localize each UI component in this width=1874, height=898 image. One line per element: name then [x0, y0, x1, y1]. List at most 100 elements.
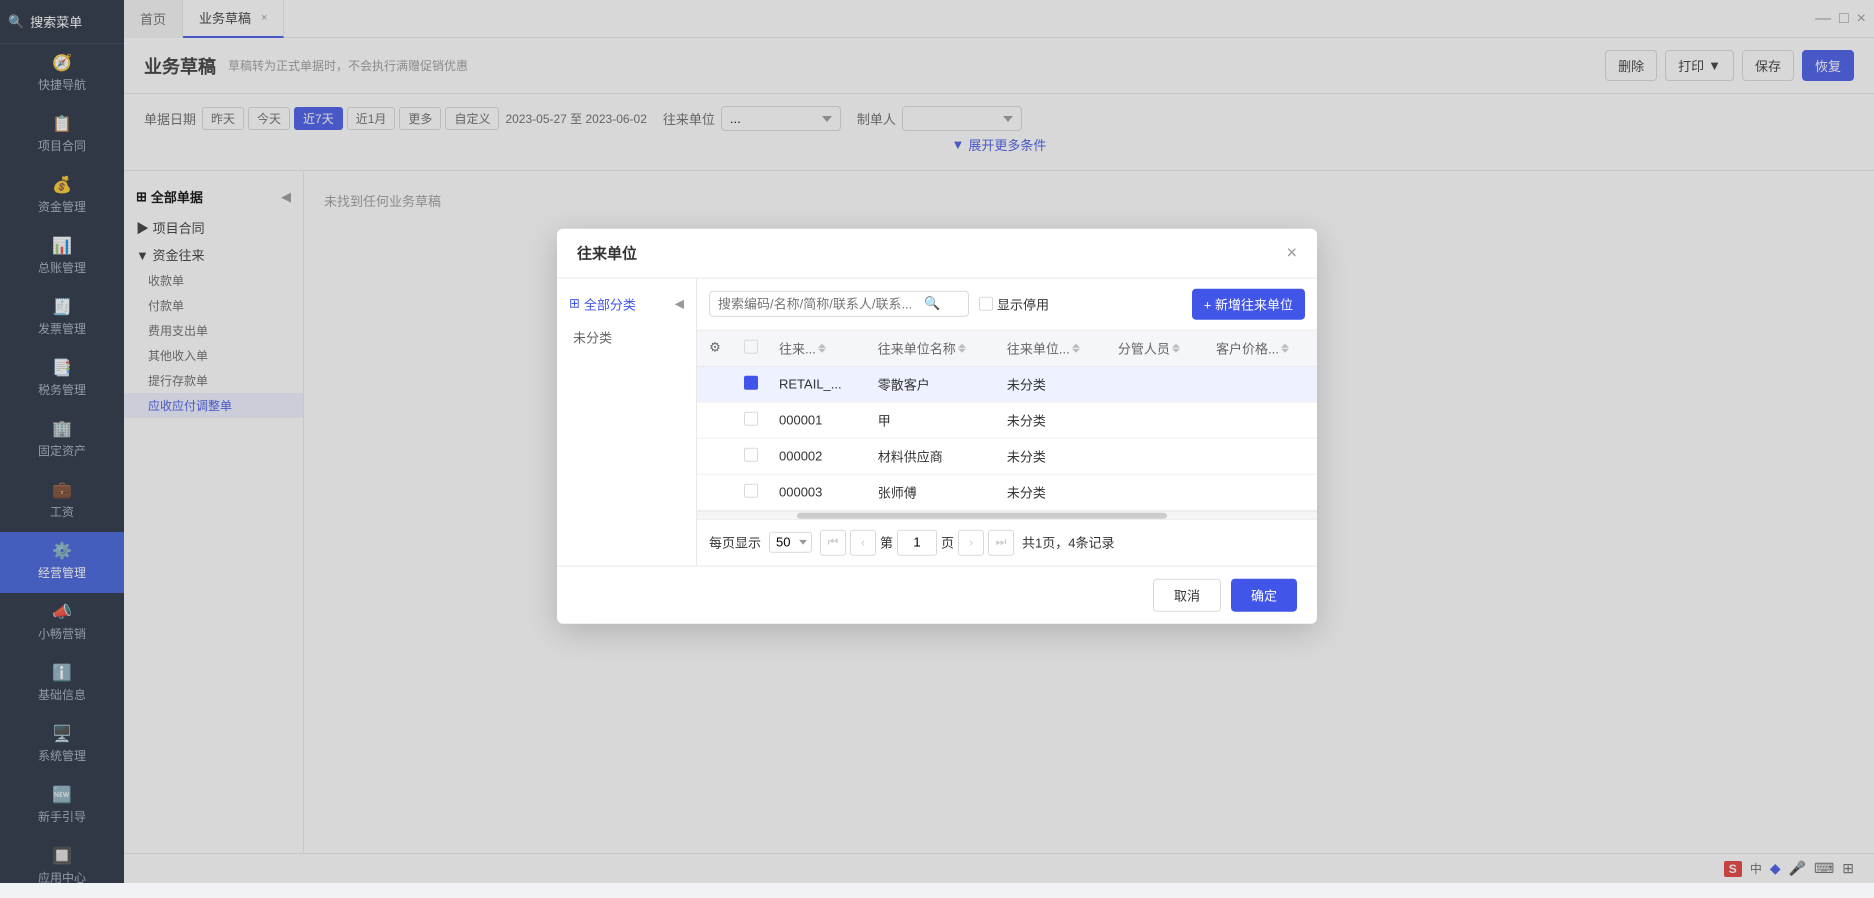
row-category-4: 未分类: [997, 474, 1108, 510]
sort-down5-icon: [1281, 348, 1289, 352]
th-price-level[interactable]: 客户价格...: [1206, 330, 1317, 366]
modal-title: 往来单位: [577, 242, 637, 263]
row-checkbox-1[interactable]: [744, 375, 758, 389]
confirm-button[interactable]: 确定: [1231, 578, 1297, 611]
th-price-label: 客户价格...: [1216, 338, 1279, 357]
header-checkbox[interactable]: [744, 339, 758, 353]
th-code[interactable]: 往来...: [769, 330, 868, 366]
next-page-button[interactable]: ›: [958, 529, 984, 555]
row-settings-1: [697, 366, 733, 402]
total-info: 共1页，4条记录: [1022, 533, 1114, 552]
sort-down3-icon: [1072, 348, 1080, 352]
row-check-1[interactable]: [733, 366, 769, 402]
sort-up5-icon: [1281, 343, 1289, 347]
page-label: 第: [880, 533, 893, 552]
row-manager-3: [1108, 438, 1206, 474]
row-price-1: [1206, 366, 1317, 402]
th-name[interactable]: 往来单位名称: [868, 330, 997, 366]
row-code-3: 000002: [769, 438, 868, 474]
horizontal-scrollbar[interactable]: [697, 510, 1317, 518]
table-row[interactable]: 000003 张师傅 未分类: [697, 474, 1317, 510]
row-settings-2: [697, 402, 733, 438]
row-checkbox-3[interactable]: [744, 447, 758, 461]
table-row[interactable]: 000001 甲 未分类: [697, 402, 1317, 438]
modal-body: ⊞ 全部分类 ◀ 未分类 🔍 显示停用 + 新增往来: [557, 278, 1317, 565]
th-manager-label: 分管人员: [1118, 338, 1170, 357]
modal-sidebar-header: ⊞ 全部分类 ◀: [557, 286, 696, 321]
sort-arrows3: [1072, 343, 1080, 352]
th-settings: ⚙: [697, 330, 733, 366]
show-disabled-label: 显示停用: [997, 294, 1049, 313]
modal-sidebar-collapse[interactable]: ◀: [675, 297, 684, 311]
th-code-label: 往来...: [779, 338, 816, 357]
sort-down2-icon: [958, 348, 966, 352]
first-page-button[interactable]: ⏮: [820, 529, 846, 555]
grid2-icon: ⊞: [569, 296, 580, 312]
sort-arrows4: [1172, 343, 1180, 352]
prev-page-button[interactable]: ‹: [850, 529, 876, 555]
table-row[interactable]: RETAIL_... 零散客户 未分类: [697, 366, 1317, 402]
modal-close-button[interactable]: ×: [1286, 242, 1297, 263]
row-code-1: RETAIL_...: [769, 366, 868, 402]
modal-uncategorized[interactable]: 未分类: [557, 321, 696, 352]
manager-sort[interactable]: 分管人员: [1118, 338, 1196, 357]
row-category-2: 未分类: [997, 402, 1108, 438]
row-price-2: [1206, 402, 1317, 438]
row-checkbox-4[interactable]: [744, 483, 758, 497]
row-name-1: 零散客户: [868, 366, 997, 402]
th-check: [733, 330, 769, 366]
row-code-4: 000003: [769, 474, 868, 510]
search-icon: 🔍: [924, 296, 940, 312]
modal: 往来单位 × ⊞ 全部分类 ◀ 未分类 🔍: [557, 228, 1317, 623]
page-number-input[interactable]: [897, 529, 937, 555]
row-check-4[interactable]: [733, 474, 769, 510]
search-box[interactable]: 🔍: [709, 291, 969, 317]
th-category-label: 往来单位...: [1007, 338, 1070, 357]
modal-all-category[interactable]: ⊞ 全部分类: [569, 294, 636, 313]
row-price-3: [1206, 438, 1317, 474]
table-row[interactable]: 000002 材料供应商 未分类: [697, 438, 1317, 474]
row-category-1: 未分类: [997, 366, 1108, 402]
row-name-4: 张师傅: [868, 474, 997, 510]
th-manager[interactable]: 分管人员: [1108, 330, 1206, 366]
category-sort[interactable]: 往来单位...: [1007, 338, 1098, 357]
table-header: ⚙ 往来... 往来单位名称: [697, 330, 1317, 366]
modal-table-wrap: ⚙ 往来... 往来单位名称: [697, 330, 1317, 510]
search-input[interactable]: [718, 296, 918, 311]
sort-down-icon: [818, 348, 826, 352]
add-partner-button[interactable]: + 新增往来单位: [1192, 288, 1305, 319]
show-disabled-toggle[interactable]: 显示停用: [979, 294, 1049, 313]
row-name-2: 甲: [868, 402, 997, 438]
row-check-3[interactable]: [733, 438, 769, 474]
row-check-2[interactable]: [733, 402, 769, 438]
modal-pagination: 每页显示 50 ⏮ ‹ 第 页 › ⏭ 共1页，4条记录: [697, 518, 1317, 565]
price-sort[interactable]: 客户价格...: [1216, 338, 1307, 357]
modal-table: ⚙ 往来... 往来单位名称: [697, 330, 1317, 510]
sort-down4-icon: [1172, 348, 1180, 352]
modal-actions: 取消 确定: [557, 565, 1317, 623]
row-price-4: [1206, 474, 1317, 510]
header-row: ⚙ 往来... 往来单位名称: [697, 330, 1317, 366]
row-code-2: 000001: [769, 402, 868, 438]
row-name-3: 材料供应商: [868, 438, 997, 474]
scroll-thumb: [797, 512, 1167, 518]
show-disabled-checkbox[interactable]: [979, 297, 993, 311]
page-suffix: 页: [941, 533, 954, 552]
row-settings-4: [697, 474, 733, 510]
per-page-select[interactable]: 50: [769, 532, 812, 553]
cancel-button[interactable]: 取消: [1153, 578, 1221, 611]
modal-uncategorized-label: 未分类: [573, 330, 612, 345]
name-sort[interactable]: 往来单位名称: [878, 338, 987, 357]
th-name-label: 往来单位名称: [878, 338, 956, 357]
row-settings-3: [697, 438, 733, 474]
sort-arrows5: [1281, 343, 1289, 352]
sort-arrows: [818, 343, 826, 352]
row-manager-1: [1108, 366, 1206, 402]
code-sort[interactable]: 往来...: [779, 338, 858, 357]
modal-toolbar: 🔍 显示停用 + 新增往来单位: [697, 278, 1317, 330]
row-checkbox-2[interactable]: [744, 411, 758, 425]
pagination-controls: ⏮ ‹ 第 页 › ⏭: [820, 529, 1014, 555]
sort-up2-icon: [958, 343, 966, 347]
last-page-button[interactable]: ⏭: [988, 529, 1014, 555]
th-category[interactable]: 往来单位...: [997, 330, 1108, 366]
